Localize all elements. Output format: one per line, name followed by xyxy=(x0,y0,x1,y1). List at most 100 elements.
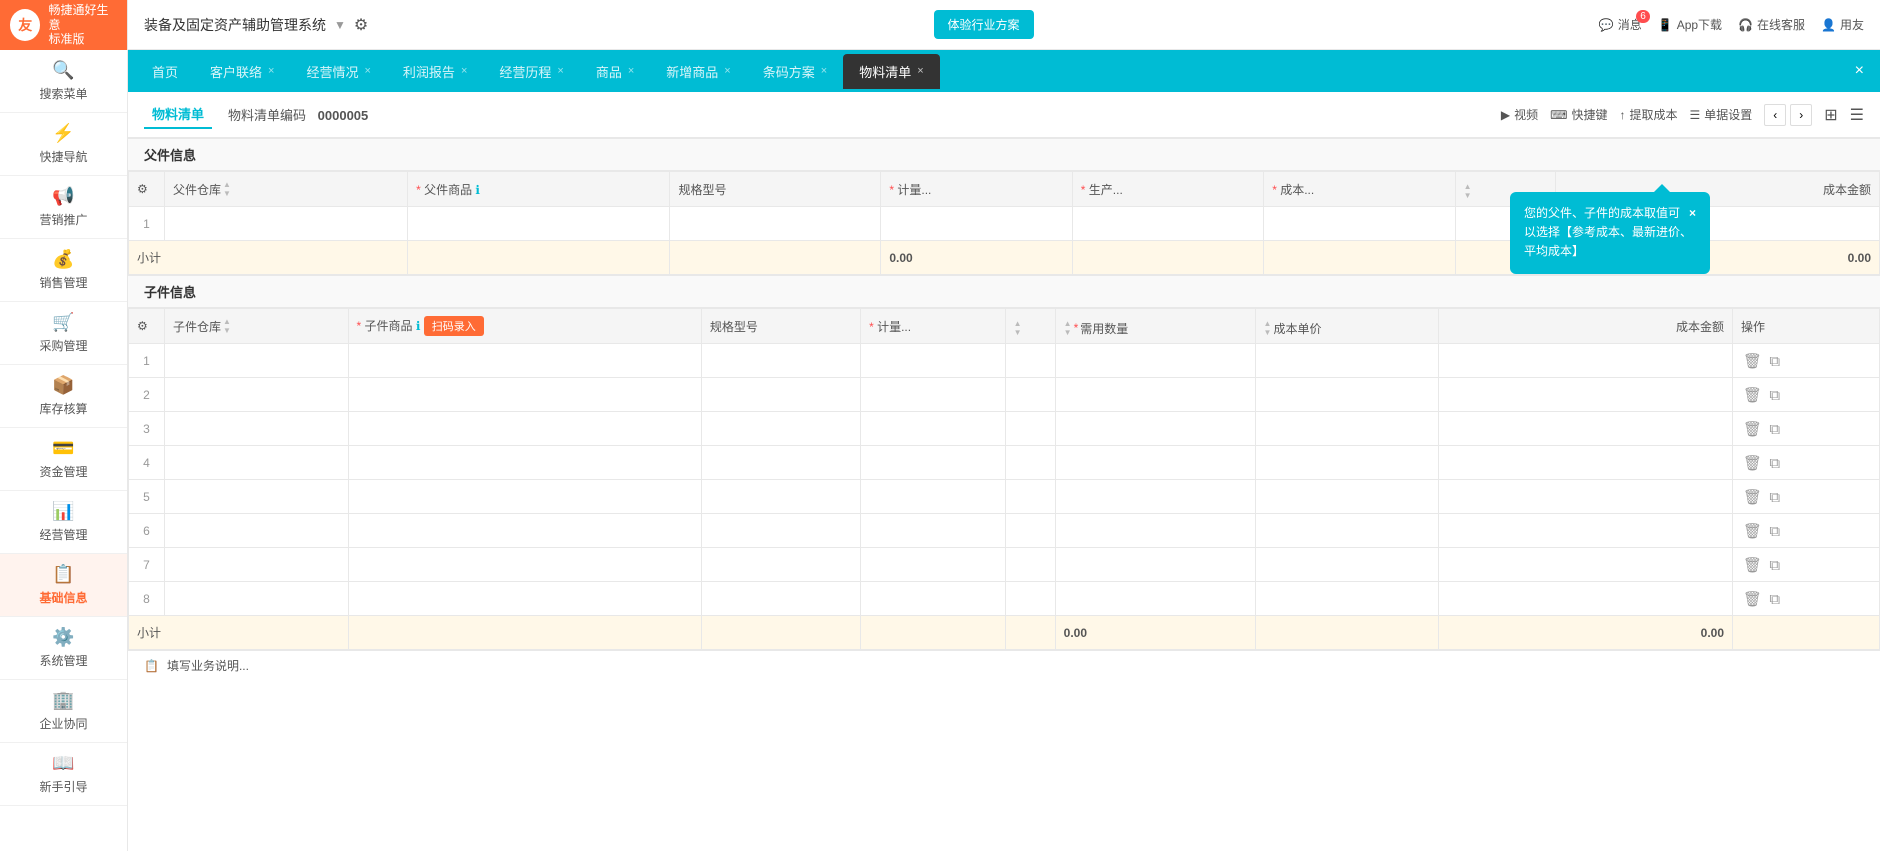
child-unit-cell[interactable] xyxy=(861,582,1006,616)
sidebar-item-search[interactable]: 🔍 搜索菜单 xyxy=(0,50,127,113)
close-icon[interactable]: × xyxy=(461,65,467,77)
grid-view-icon[interactable]: ⊞ xyxy=(1824,105,1837,125)
sidebar-item-inventory[interactable]: 📦 库存核算 xyxy=(0,365,127,428)
child-unit-cost-cell[interactable] xyxy=(1255,548,1439,582)
child-spec-cell[interactable] xyxy=(701,480,860,514)
close-icon[interactable]: × xyxy=(917,65,923,77)
sidebar-item-guide[interactable]: 📖 新手引导 xyxy=(0,743,127,806)
copy-row-button[interactable]: ⧉ xyxy=(1767,385,1782,406)
settings-icon[interactable]: ⚙ xyxy=(137,319,148,333)
child-unit-cost-cell[interactable] xyxy=(1255,514,1439,548)
delete-row-button[interactable]: 🗑 xyxy=(1741,384,1764,406)
child-warehouse-cell[interactable] xyxy=(165,514,349,548)
delete-row-button[interactable]: 🗑 xyxy=(1741,554,1764,576)
child-spec-cell[interactable] xyxy=(701,344,860,378)
child-qty-cell[interactable] xyxy=(1055,480,1255,514)
shortcut-button[interactable]: ⌨ 快捷键 xyxy=(1550,106,1607,123)
child-qty-cell[interactable] xyxy=(1055,514,1255,548)
child-product-cell[interactable] xyxy=(348,514,701,548)
child-product-cell[interactable] xyxy=(348,446,701,480)
child-qty-cell[interactable] xyxy=(1055,412,1255,446)
child-product-cell[interactable] xyxy=(348,548,701,582)
child-warehouse-cell[interactable] xyxy=(165,446,349,480)
child-warehouse-cell[interactable] xyxy=(165,344,349,378)
sidebar-item-marketing[interactable]: 📢 营销推广 xyxy=(0,176,127,239)
sidebar-item-quick-nav[interactable]: ⚡ 快捷导航 xyxy=(0,113,127,176)
child-product-cell[interactable] xyxy=(348,378,701,412)
child-unit-cost-cell[interactable] xyxy=(1255,378,1439,412)
child-unit-cost-cell[interactable] xyxy=(1255,412,1439,446)
parent-unit-cell[interactable] xyxy=(881,207,1072,241)
copy-row-button[interactable]: ⧉ xyxy=(1767,453,1782,474)
delete-row-button[interactable]: 🗑 xyxy=(1741,486,1764,508)
child-unit-cell[interactable] xyxy=(861,548,1006,582)
copy-row-button[interactable]: ⧉ xyxy=(1767,487,1782,508)
child-product-cell[interactable] xyxy=(348,480,701,514)
tab-new-goods[interactable]: 新增商品 × xyxy=(650,54,746,89)
next-record-button[interactable]: › xyxy=(1790,104,1812,126)
child-product-cell[interactable] xyxy=(348,412,701,446)
parent-spec-cell[interactable] xyxy=(670,207,881,241)
close-icon[interactable]: × xyxy=(557,65,563,77)
copy-row-button[interactable]: ⧉ xyxy=(1767,589,1782,610)
sidebar-item-finance[interactable]: 💳 资金管理 xyxy=(0,428,127,491)
child-warehouse-cell[interactable] xyxy=(165,378,349,412)
child-spec-cell[interactable] xyxy=(701,514,860,548)
scan-input-button[interactable]: 扫码录入 xyxy=(424,316,484,336)
child-spec-cell[interactable] xyxy=(701,446,860,480)
list-view-icon[interactable]: ☰ xyxy=(1850,105,1864,125)
child-spec-cell[interactable] xyxy=(701,582,860,616)
sidebar-item-purchase[interactable]: 🛒 采购管理 xyxy=(0,302,127,365)
close-all-tabs-button[interactable]: × xyxy=(1847,58,1872,84)
tab-biz-process[interactable]: 经营历程 × xyxy=(483,54,579,89)
video-button[interactable]: ▶ 视频 xyxy=(1501,106,1538,123)
tab-barcode[interactable]: 条码方案 × xyxy=(747,54,843,89)
child-unit-cost-cell[interactable] xyxy=(1255,480,1439,514)
prev-record-button[interactable]: ‹ xyxy=(1764,104,1786,126)
child-spec-cell[interactable] xyxy=(701,548,860,582)
business-note[interactable]: 填写业务说明... xyxy=(167,657,249,674)
child-warehouse-cell[interactable] xyxy=(165,412,349,446)
child-unit-cell[interactable] xyxy=(861,378,1006,412)
child-spec-cell[interactable] xyxy=(701,378,860,412)
child-unit-cost-cell[interactable] xyxy=(1255,344,1439,378)
child-spec-cell[interactable] xyxy=(701,412,860,446)
trial-button[interactable]: 体验行业方案 xyxy=(934,10,1034,39)
online-support-button[interactable]: 🎧 在线客服 xyxy=(1738,16,1805,33)
child-unit-cost-cell[interactable] xyxy=(1255,446,1439,480)
delete-row-button[interactable]: 🗑 xyxy=(1741,588,1764,610)
delete-row-button[interactable]: 🗑 xyxy=(1741,520,1764,542)
delete-row-button[interactable]: 🗑 xyxy=(1741,418,1764,440)
settings-icon[interactable]: ⚙ xyxy=(137,182,148,196)
copy-row-button[interactable]: ⧉ xyxy=(1767,351,1782,372)
child-unit-cell[interactable] xyxy=(861,514,1006,548)
child-unit-cell[interactable] xyxy=(861,412,1006,446)
sidebar-item-enterprise[interactable]: 🏢 企业协同 xyxy=(0,680,127,743)
close-icon[interactable]: × xyxy=(628,65,634,77)
tab-home[interactable]: 首页 xyxy=(136,54,194,89)
tab-goods[interactable]: 商品 × xyxy=(580,54,650,89)
child-warehouse-cell[interactable] xyxy=(165,480,349,514)
child-product-cell[interactable] xyxy=(348,344,701,378)
delete-row-button[interactable]: 🗑 xyxy=(1741,350,1764,372)
child-qty-cell[interactable] xyxy=(1055,446,1255,480)
user-avatar[interactable]: 👤 用友 xyxy=(1821,16,1864,33)
child-qty-cell[interactable] xyxy=(1055,548,1255,582)
tab-bom[interactable]: 物料清单 × xyxy=(843,54,939,89)
copy-row-button[interactable]: ⧉ xyxy=(1767,419,1782,440)
copy-row-button[interactable]: ⧉ xyxy=(1767,521,1782,542)
app-download-button[interactable]: 📱 App下载 xyxy=(1658,16,1722,33)
tab-operations-status[interactable]: 经营情况 × xyxy=(290,54,386,89)
close-icon[interactable]: × xyxy=(724,65,730,77)
tab-customer[interactable]: 客户联络 × xyxy=(194,54,290,89)
close-icon[interactable]: × xyxy=(821,65,827,77)
child-unit-cost-cell[interactable] xyxy=(1255,582,1439,616)
parent-warehouse-cell[interactable] xyxy=(165,207,408,241)
child-product-cell[interactable] xyxy=(348,582,701,616)
tab-profit-report[interactable]: 利润报告 × xyxy=(387,54,483,89)
child-unit-cell[interactable] xyxy=(861,446,1006,480)
child-qty-cell[interactable] xyxy=(1055,378,1255,412)
child-unit-cell[interactable] xyxy=(861,344,1006,378)
subtab-bom-list[interactable]: 物料清单 xyxy=(144,100,212,129)
parent-cost-cell[interactable] xyxy=(1264,207,1455,241)
